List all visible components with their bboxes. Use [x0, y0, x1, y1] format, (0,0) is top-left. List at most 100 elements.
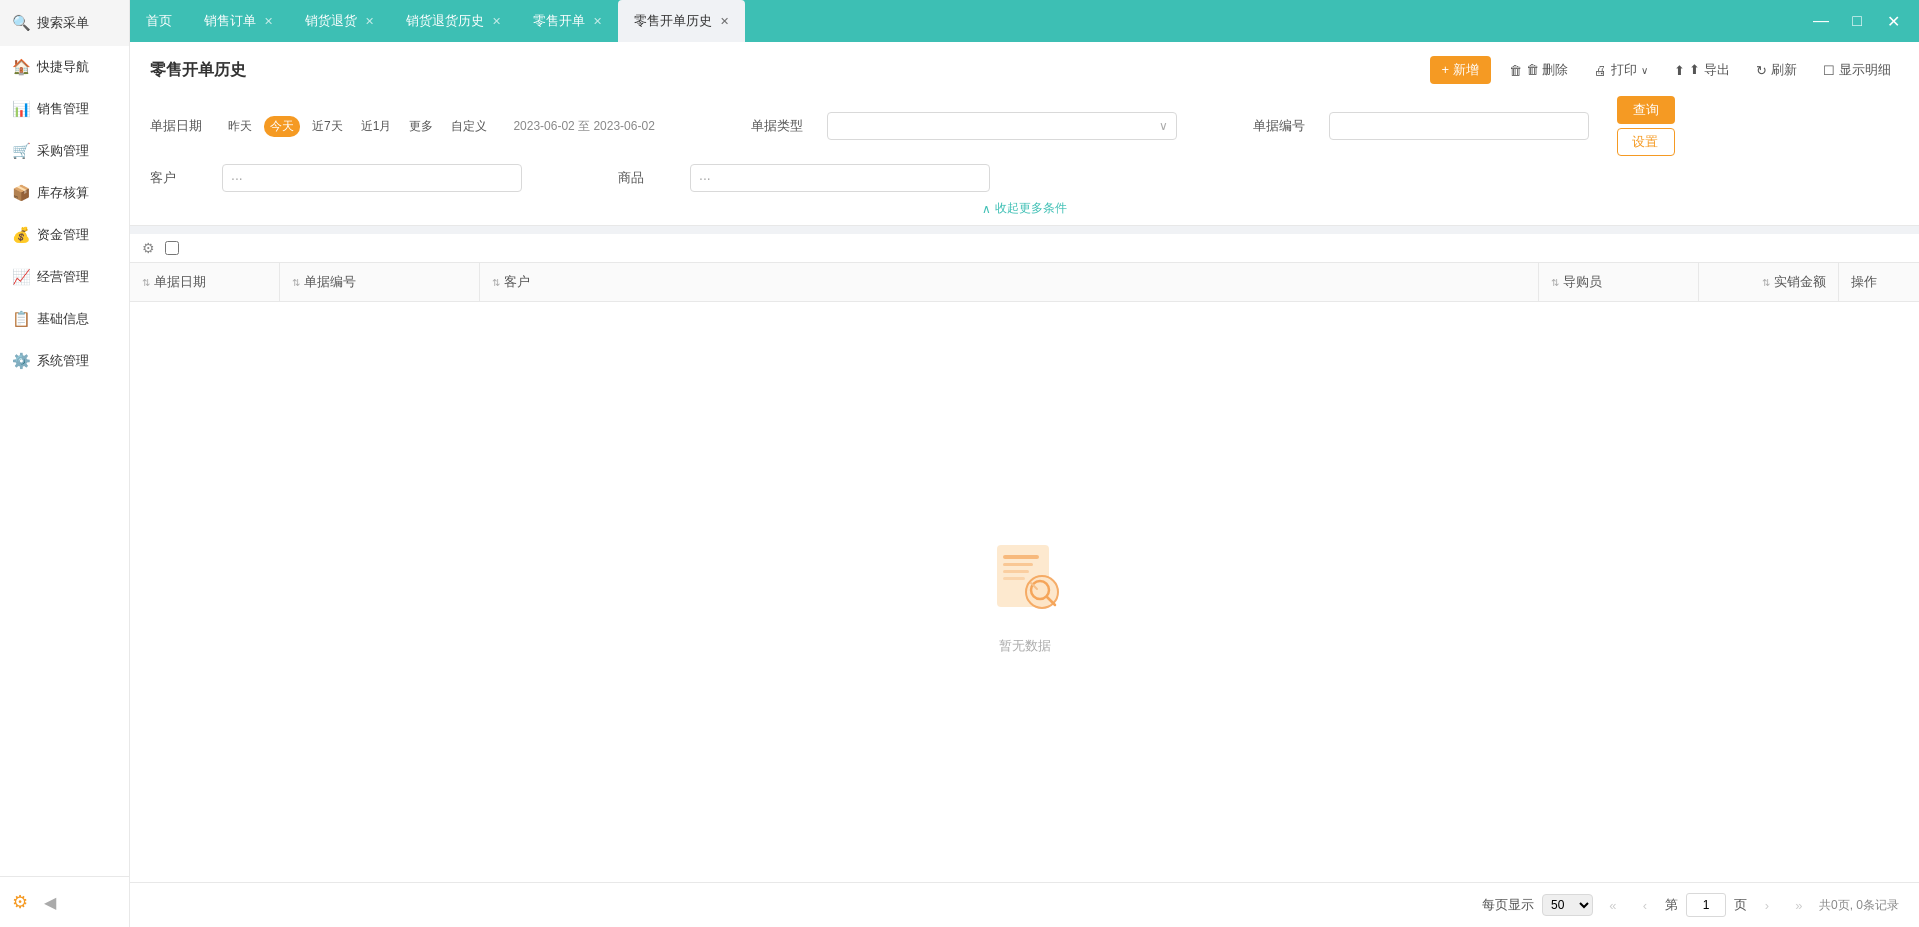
sidebar-item-basic-info[interactable]: 📋 基础信息	[0, 298, 129, 340]
tab-retail-open[interactable]: 零售开单 ✕	[517, 0, 618, 42]
customer-dots: ···	[231, 170, 243, 186]
customer-filter-input[interactable]: ···	[222, 164, 522, 192]
sidebar-item-label: 资金管理	[37, 226, 89, 244]
col-actions-label: 操作	[1851, 273, 1877, 291]
sidebar-search[interactable]: 🔍 搜索采单	[0, 0, 129, 46]
sidebar-item-inventory[interactable]: 📦 库存核算	[0, 172, 129, 214]
refresh-label: 刷新	[1771, 61, 1797, 79]
tab-sales-return-close[interactable]: ✕	[365, 15, 374, 28]
date-btn-today[interactable]: 今天	[264, 116, 300, 137]
purchase-icon: 🛒	[12, 142, 31, 160]
tab-sales-return-history-close[interactable]: ✕	[492, 15, 501, 28]
query-button[interactable]: 查询	[1617, 96, 1675, 124]
settings-bottom-icon[interactable]: ⚙	[12, 891, 28, 913]
content-area: 零售开单历史 + 新增 🗑 🗑 删除 🖨 打印 ∨ ⬆ ⬆ 导出	[130, 42, 1919, 927]
table-area: ⚙ ⇅ 单据日期 ⇅ 单据编号 ⇅ 客户 ⇅ 导购员	[130, 234, 1919, 927]
sales-icon: 📊	[12, 100, 31, 118]
sort-icon-amount: ⇅	[1762, 277, 1770, 288]
date-btn-1month[interactable]: 近1月	[355, 116, 398, 137]
chevron-up-icon: ∧	[982, 202, 991, 216]
filter-row-1: 单据日期 昨天 今天 近7天 近1月 更多 自定义 2023-06-02 至 2…	[150, 96, 1899, 156]
export-label: ⬆ 导出	[1689, 61, 1730, 79]
prev-page-btn[interactable]: ‹	[1633, 893, 1657, 917]
table-header: ⇅ 单据日期 ⇅ 单据编号 ⇅ 客户 ⇅ 导购员 ⇅ 实销金额	[130, 263, 1919, 302]
print-arrow-icon: ∨	[1641, 65, 1648, 76]
type-filter-select[interactable]: ∨	[827, 112, 1177, 140]
page-number-input[interactable]	[1686, 893, 1726, 917]
col-number-label: 单据编号	[304, 273, 356, 291]
tab-sales-order[interactable]: 销售订单 ✕	[188, 0, 289, 42]
tab-retail-open-close[interactable]: ✕	[593, 15, 602, 28]
filter-date-btns: 昨天 今天 近7天 近1月 更多 自定义	[222, 116, 493, 137]
home-icon: 🏠	[12, 58, 31, 76]
sidebar-item-label: 库存核算	[37, 184, 89, 202]
svg-rect-2	[1003, 563, 1033, 566]
tab-home[interactable]: 首页	[130, 0, 188, 42]
export-button[interactable]: ⬆ ⬆ 导出	[1666, 57, 1738, 83]
settings-button[interactable]: 设置	[1617, 128, 1675, 156]
search-icon: 🔍	[12, 14, 31, 32]
window-close-btn[interactable]: ✕	[1879, 7, 1907, 35]
per-page-select[interactable]: 50 10 20 100	[1542, 894, 1593, 916]
sidebar-item-system-mgmt[interactable]: ⚙️ 系统管理	[0, 340, 129, 382]
date-btn-custom[interactable]: 自定义	[445, 116, 493, 137]
number-filter-input[interactable]	[1329, 112, 1589, 140]
sort-icon-customer: ⇅	[492, 277, 500, 288]
empty-state: 暂无数据	[975, 530, 1075, 655]
tab-sales-return[interactable]: 销货退货 ✕	[289, 0, 390, 42]
goods-dots: ···	[699, 170, 711, 186]
collapse-sidebar-icon[interactable]: ◀	[44, 893, 56, 912]
collapse-label: 收起更多条件	[995, 200, 1067, 217]
first-page-btn[interactable]: «	[1601, 893, 1625, 917]
operations-icon: 📈	[12, 268, 31, 286]
print-button[interactable]: 🖨 打印 ∨	[1586, 57, 1656, 83]
sidebar-item-purchase-mgmt[interactable]: 🛒 采购管理	[0, 130, 129, 172]
sidebar-item-finance[interactable]: 💰 资金管理	[0, 214, 129, 256]
last-page-btn[interactable]: »	[1787, 893, 1811, 917]
pagination: 每页显示 50 10 20 100 « ‹ 第 页 › » 共0页, 0条记录	[130, 882, 1919, 927]
sidebar-item-label: 采购管理	[37, 142, 89, 160]
type-filter-label: 单据类型	[751, 117, 811, 135]
tab-sales-return-history[interactable]: 销货退货历史 ✕	[390, 0, 517, 42]
tab-retail-open-history[interactable]: 零售开单历史 ✕	[618, 0, 745, 42]
display-detail-button[interactable]: ☐ 显示明细	[1815, 57, 1899, 83]
select-all-checkbox[interactable]	[165, 241, 179, 255]
table-controls: ⚙	[130, 234, 1919, 263]
window-maximize-btn[interactable]: □	[1843, 7, 1871, 35]
delete-button[interactable]: 🗑 🗑 删除	[1501, 57, 1577, 83]
sidebar-item-quick-nav[interactable]: 🏠 快捷导航	[0, 46, 129, 88]
table-body: 暂无数据	[130, 302, 1919, 882]
date-btn-more[interactable]: 更多	[403, 116, 439, 137]
goods-filter-label: 商品	[618, 169, 674, 187]
date-btn-yesterday[interactable]: 昨天	[222, 116, 258, 137]
refresh-icon: ↻	[1756, 63, 1767, 78]
tab-sales-order-close[interactable]: ✕	[264, 15, 273, 28]
sidebar-item-sales-mgmt[interactable]: 📊 销售管理	[0, 88, 129, 130]
topbar: 首页 销售订单 ✕ 销货退货 ✕ 销货退货历史 ✕ 零售开单 ✕ 零售开单历史 …	[130, 0, 1919, 42]
col-customer: ⇅ 客户	[480, 263, 1539, 301]
col-salesperson: ⇅ 导购员	[1539, 263, 1699, 301]
page-header: 零售开单历史 + 新增 🗑 🗑 删除 🖨 打印 ∨ ⬆ ⬆ 导出	[130, 42, 1919, 226]
per-page-label: 每页显示	[1482, 896, 1534, 914]
checkbox-icon: ☐	[1823, 63, 1835, 78]
svg-rect-3	[1003, 570, 1029, 573]
sidebar-item-operations[interactable]: 📈 经营管理	[0, 256, 129, 298]
table-settings-icon[interactable]: ⚙	[142, 240, 155, 256]
sort-icon-date: ⇅	[142, 277, 150, 288]
date-btn-7days[interactable]: 近7天	[306, 116, 349, 137]
total-info: 共0页, 0条记录	[1819, 897, 1899, 914]
tab-retail-open-history-label: 零售开单历史	[634, 12, 712, 30]
sidebar-item-label: 系统管理	[37, 352, 89, 370]
tab-sales-order-label: 销售订单	[204, 12, 256, 30]
page-label-pre: 第	[1665, 896, 1678, 914]
add-button[interactable]: + 新增	[1430, 56, 1491, 84]
goods-filter-input[interactable]: ···	[690, 164, 990, 192]
refresh-button[interactable]: ↻ 刷新	[1748, 57, 1805, 83]
window-minimize-btn[interactable]: —	[1807, 7, 1835, 35]
page-label-post: 页	[1734, 896, 1747, 914]
collapse-filter-btn[interactable]: ∧ 收起更多条件	[150, 196, 1899, 225]
tab-retail-open-history-close[interactable]: ✕	[720, 15, 729, 28]
system-icon: ⚙️	[12, 352, 31, 370]
sidebar-item-label: 快捷导航	[37, 58, 89, 76]
next-page-btn[interactable]: ›	[1755, 893, 1779, 917]
